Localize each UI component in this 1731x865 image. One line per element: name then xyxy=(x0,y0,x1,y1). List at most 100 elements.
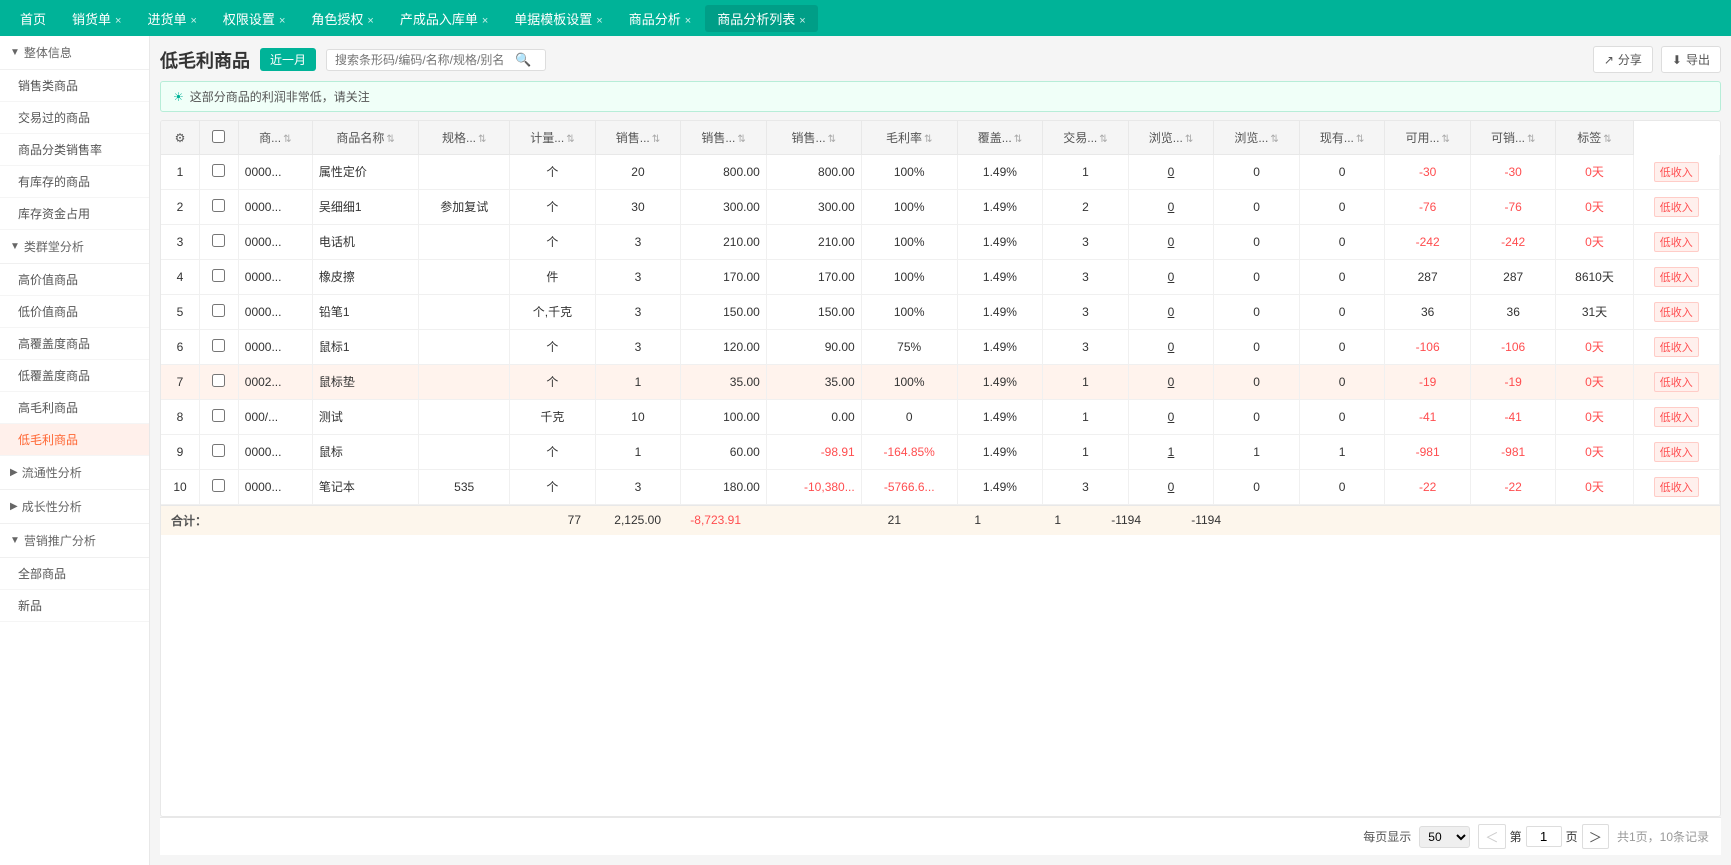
cell-trade[interactable]: 0 xyxy=(1128,259,1214,294)
nav-home[interactable]: 首页 xyxy=(8,5,58,32)
filter-period-button[interactable]: 近一月 xyxy=(260,48,316,71)
select-all-checkbox[interactable] xyxy=(212,130,225,143)
sidebar-item-category-rate[interactable]: 商品分类销售率 xyxy=(0,134,149,166)
per-page-select[interactable]: 50 20 100 xyxy=(1419,826,1470,848)
close-permissions-icon[interactable]: × xyxy=(279,15,285,27)
cell-checkbox[interactable] xyxy=(200,469,239,504)
share-button[interactable]: ↗ 分享 xyxy=(1593,46,1653,73)
close-role-icon[interactable]: × xyxy=(367,15,373,27)
cell-checkbox[interactable] xyxy=(200,155,239,190)
cell-name[interactable]: 鼠标 xyxy=(312,434,418,469)
sidebar-group-overall-header[interactable]: ▼ 整体信息 xyxy=(0,36,149,70)
cell-name[interactable]: 吴细细1 xyxy=(312,189,418,224)
nav-product-analysis[interactable]: 商品分析× xyxy=(617,5,703,32)
cell-name[interactable]: 铅笔1 xyxy=(312,294,418,329)
col-sales-amt[interactable]: 销售...⇅ xyxy=(766,121,861,155)
table-footer: 合计： 77 2,125.00 -8,723.91 21 1 1 -1194 -… xyxy=(161,505,1720,535)
cell-trade[interactable]: 0 xyxy=(1128,224,1214,259)
cell-checkbox[interactable] xyxy=(200,259,239,294)
col-name[interactable]: 商品名称⇅ xyxy=(312,121,418,155)
cell-checkbox[interactable] xyxy=(200,224,239,259)
export-button[interactable]: ⬇ 导出 xyxy=(1661,46,1721,73)
nav-sales[interactable]: 销货单× xyxy=(60,5,133,32)
col-browse1[interactable]: 浏览...⇅ xyxy=(1128,121,1214,155)
sidebar-item-low-value[interactable]: 低价值商品 xyxy=(0,296,149,328)
cell-name[interactable]: 测试 xyxy=(312,399,418,434)
col-gross-rate[interactable]: 毛利率⇅ xyxy=(861,121,957,155)
col-price[interactable]: 销售...⇅ xyxy=(681,121,767,155)
nav-role-auth[interactable]: 角色授权× xyxy=(299,5,385,32)
col-browse2[interactable]: 浏览...⇅ xyxy=(1214,121,1300,155)
col-coverage[interactable]: 覆盖...⇅ xyxy=(957,121,1043,155)
close-finished-icon[interactable]: × xyxy=(482,15,488,27)
cell-trade[interactable]: 0 xyxy=(1128,364,1214,399)
sidebar-item-low-coverage[interactable]: 低覆盖度商品 xyxy=(0,360,149,392)
col-unit[interactable]: 计量...⇅ xyxy=(510,121,596,155)
next-page-button[interactable]: ＞ xyxy=(1582,824,1609,849)
sidebar-group-growth-header[interactable]: ▶ 成长性分析 xyxy=(0,490,149,524)
nav-permissions[interactable]: 权限设置× xyxy=(211,5,297,32)
cell-trade[interactable]: 0 xyxy=(1128,189,1214,224)
cell-name[interactable]: 电话机 xyxy=(312,224,418,259)
cell-checkbox[interactable] xyxy=(200,189,239,224)
close-list-icon[interactable]: × xyxy=(799,15,805,27)
cell-checkbox[interactable] xyxy=(200,294,239,329)
col-qty[interactable]: 销售...⇅ xyxy=(595,121,681,155)
cell-trade[interactable]: 1 xyxy=(1128,434,1214,469)
cell-name[interactable]: 笔记本 xyxy=(312,469,418,504)
cell-checkbox[interactable] xyxy=(200,364,239,399)
cell-trade[interactable]: 0 xyxy=(1128,329,1214,364)
sidebar-item-sales-products[interactable]: 销售类商品 xyxy=(0,70,149,102)
cell-checkbox[interactable] xyxy=(200,399,239,434)
sidebar-item-in-stock[interactable]: 有库存的商品 xyxy=(0,166,149,198)
col-checkbox[interactable] xyxy=(200,121,239,155)
sidebar-item-traded[interactable]: 交易过的商品 xyxy=(0,102,149,134)
cell-trade[interactable]: 0 xyxy=(1128,399,1214,434)
close-template-icon[interactable]: × xyxy=(596,15,602,27)
sidebar-item-low-margin[interactable]: 低毛利商品 xyxy=(0,424,149,456)
sidebar-group-cluster-header[interactable]: ▼ 类群堂分析 xyxy=(0,230,149,264)
col-available[interactable]: 可用...⇅ xyxy=(1385,121,1471,155)
close-sales-icon[interactable]: × xyxy=(115,15,121,27)
cell-trade[interactable]: 0 xyxy=(1128,155,1214,190)
sidebar-item-high-value[interactable]: 高价值商品 xyxy=(0,264,149,296)
col-stock[interactable]: 现有...⇅ xyxy=(1299,121,1385,155)
cell-checkbox[interactable] xyxy=(200,434,239,469)
prev-page-button[interactable]: ＜ xyxy=(1478,824,1505,849)
sidebar-group-flow-header[interactable]: ▶ 流通性分析 xyxy=(0,456,149,490)
cell-name[interactable]: 属性定价 xyxy=(312,155,418,190)
cell-name[interactable]: 鼠标1 xyxy=(312,329,418,364)
close-analysis-icon[interactable]: × xyxy=(685,15,691,27)
nav-analysis-list[interactable]: 商品分析列表× xyxy=(705,5,817,32)
sidebar-group-marketing-header[interactable]: ▼ 营销推广分析 xyxy=(0,524,149,558)
nav-template[interactable]: 单据模板设置× xyxy=(502,5,614,32)
sidebar-item-new-products[interactable]: 新品 xyxy=(0,590,149,622)
nav-purchase[interactable]: 进货单× xyxy=(135,5,208,32)
cell-trade[interactable]: 0 xyxy=(1128,294,1214,329)
cell-trade[interactable]: 0 xyxy=(1128,469,1214,504)
col-sellable[interactable]: 可销...⇅ xyxy=(1470,121,1556,155)
col-trade[interactable]: 交易...⇅ xyxy=(1043,121,1129,155)
page-input[interactable] xyxy=(1526,826,1562,847)
cell-gross-rate: 1.49% xyxy=(957,155,1043,190)
nav-finished-goods[interactable]: 产成品入库单× xyxy=(388,5,500,32)
col-spec[interactable]: 规格...⇅ xyxy=(419,121,510,155)
sidebar-item-all-products[interactable]: 全部商品 xyxy=(0,558,149,590)
cell-checkbox[interactable] xyxy=(200,329,239,364)
footer-stock: -1194 xyxy=(1067,513,1147,527)
search-input[interactable] xyxy=(335,53,515,67)
cell-profit: -5766.6... xyxy=(861,469,957,504)
col-code[interactable]: 商...⇅ xyxy=(238,121,312,155)
cell-name[interactable]: 鼠标垫 xyxy=(312,364,418,399)
cell-gross-rate: 1.49% xyxy=(957,224,1043,259)
col-settings[interactable]: ⚙ xyxy=(161,121,200,155)
close-purchase-icon[interactable]: × xyxy=(190,15,196,27)
sidebar-item-high-margin[interactable]: 高毛利商品 xyxy=(0,392,149,424)
cell-browse2: 0 xyxy=(1299,259,1385,294)
cell-name[interactable]: 橡皮擦 xyxy=(312,259,418,294)
col-tag[interactable]: 标签⇅ xyxy=(1556,121,1633,155)
cell-profit: 100% xyxy=(861,224,957,259)
sidebar-item-high-coverage[interactable]: 高覆盖度商品 xyxy=(0,328,149,360)
sidebar-item-capital[interactable]: 库存资金占用 xyxy=(0,198,149,230)
arrow-down-icon2: ▼ xyxy=(10,241,20,252)
